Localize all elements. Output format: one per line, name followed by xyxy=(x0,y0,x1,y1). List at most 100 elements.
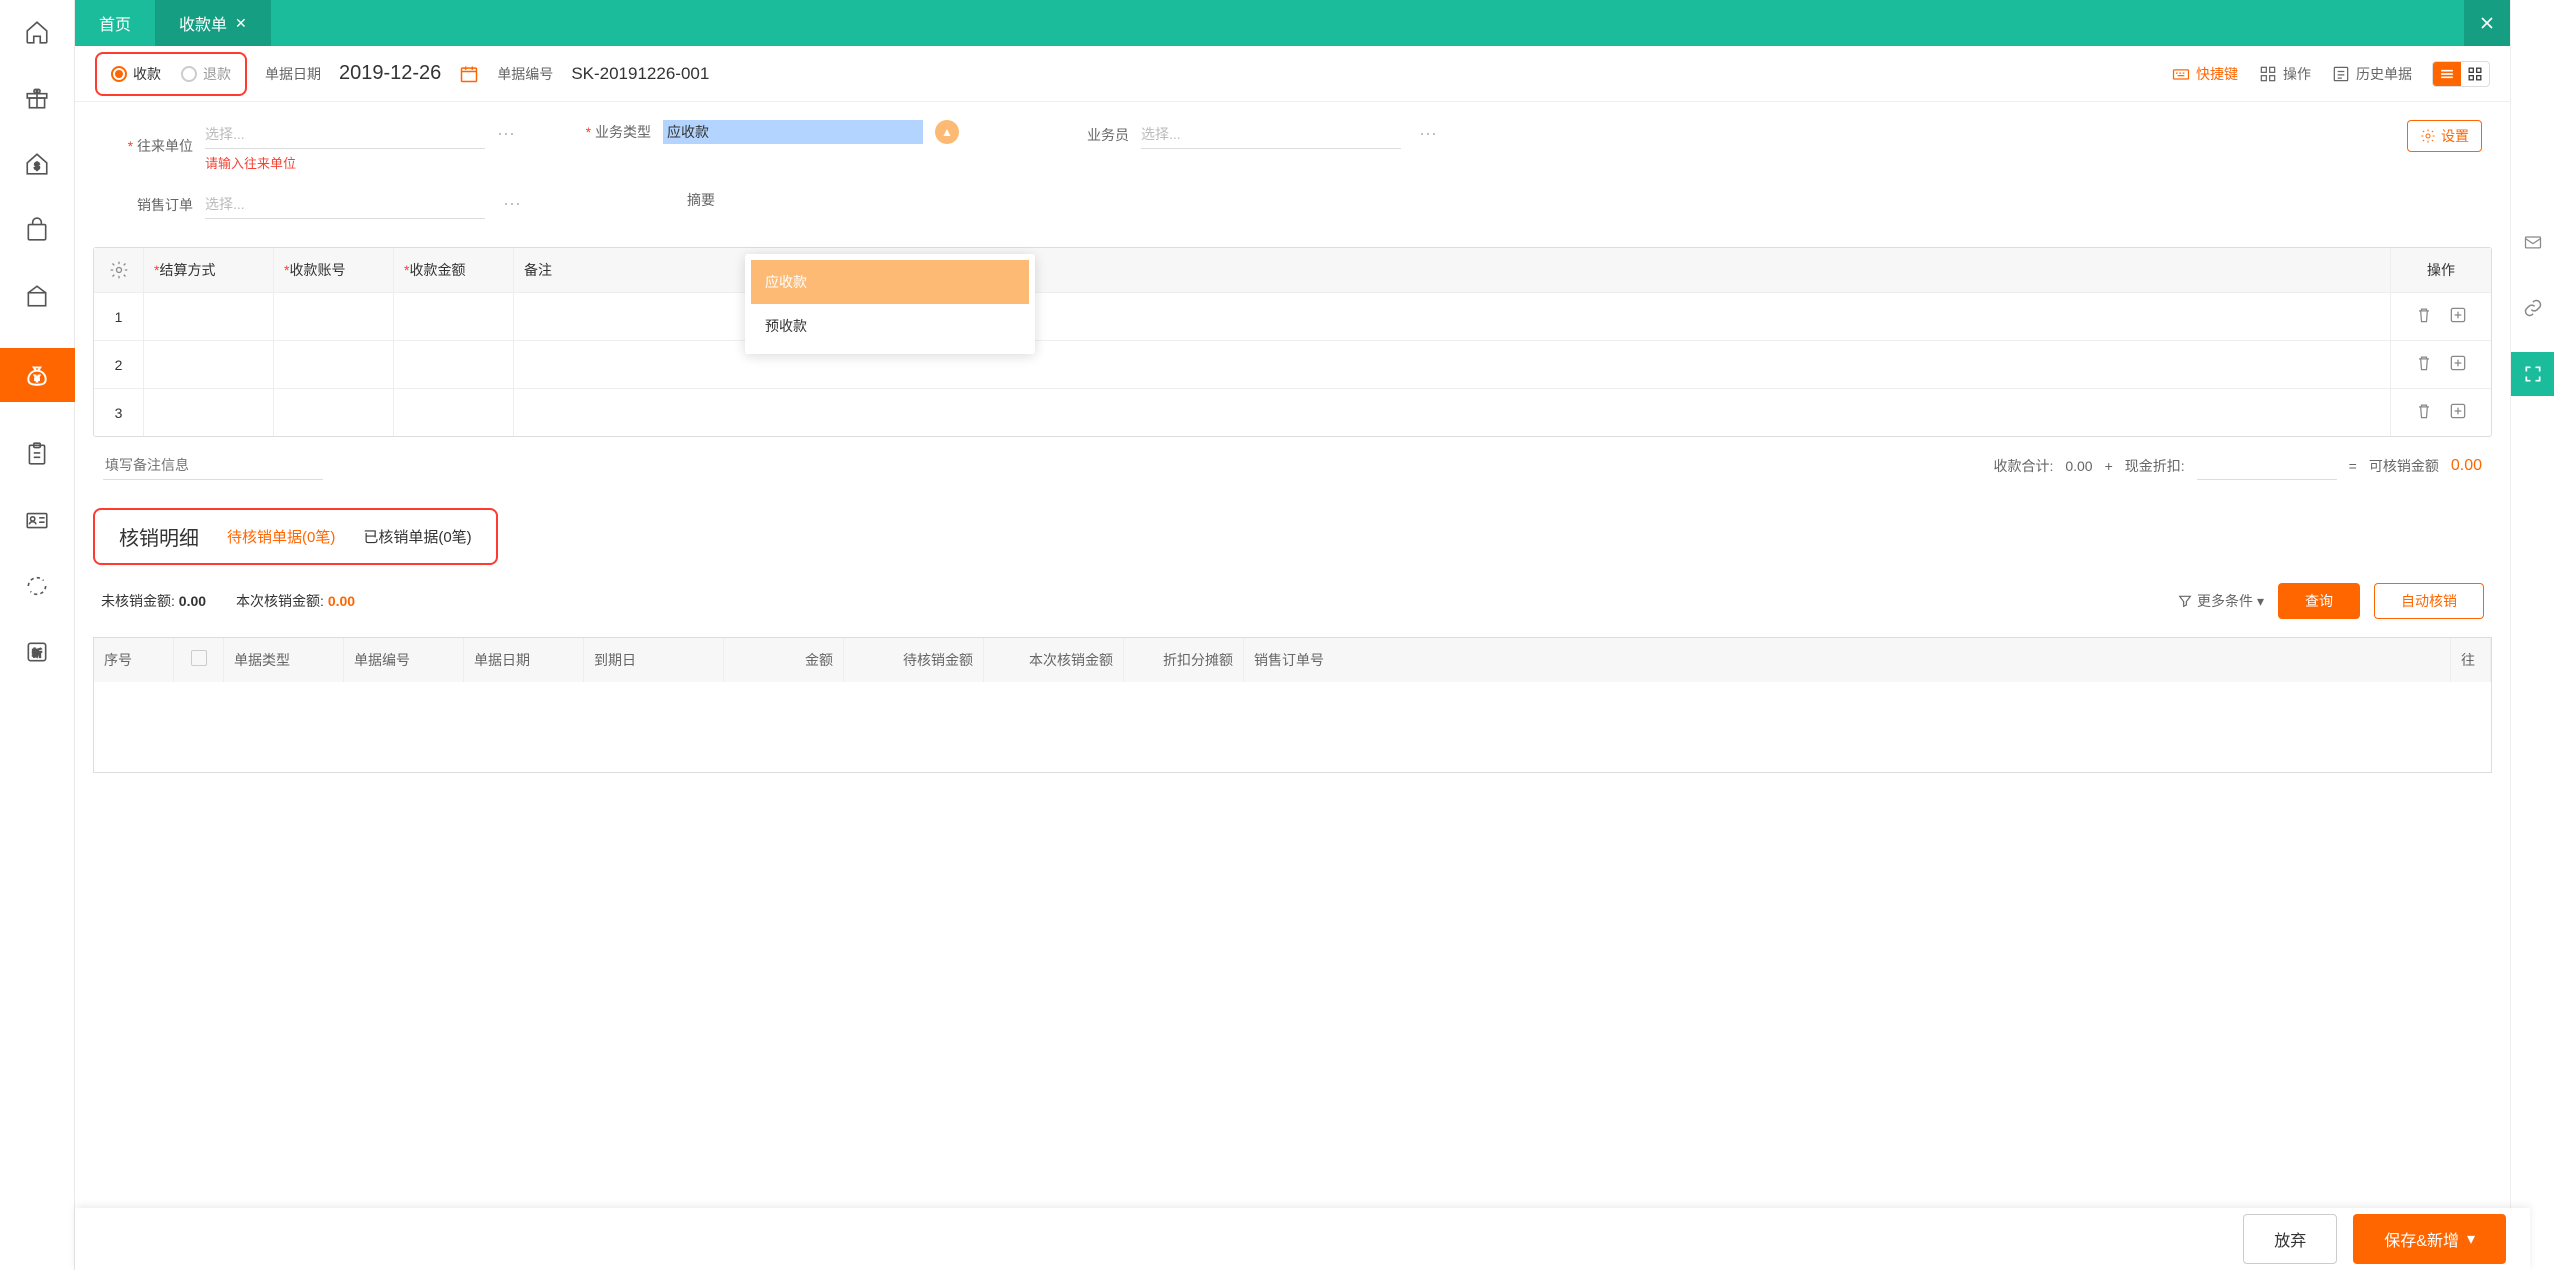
biztype-label: 业务类型 xyxy=(561,122,651,142)
mail-icon[interactable] xyxy=(2511,220,2554,264)
tab-home-label: 首页 xyxy=(99,11,131,35)
tab-receipt-label: 收款单 xyxy=(179,11,227,35)
biztype-input[interactable]: 应收款 xyxy=(663,120,923,144)
this-amt-label: 本次核销金额: xyxy=(236,593,324,609)
order-input[interactable] xyxy=(205,190,485,219)
salesman-more-icon[interactable]: ⋯ xyxy=(1413,124,1443,145)
col-note: 备注 xyxy=(524,260,552,280)
salesman-input[interactable] xyxy=(1141,120,1401,149)
vcol-no: 单据编号 xyxy=(344,638,464,682)
cell-amount[interactable] xyxy=(394,293,514,340)
nav-money-bag-icon[interactable]: ¥ xyxy=(0,348,75,402)
radio-refund[interactable]: 退款 xyxy=(181,64,231,84)
nav-refresh-icon[interactable] xyxy=(23,572,51,600)
this-amt-value: 0.00 xyxy=(328,593,355,609)
date-label: 单据日期 xyxy=(265,64,321,84)
dropdown-option-ar[interactable]: 应收款 xyxy=(751,260,1029,304)
nav-building-icon[interactable] xyxy=(23,282,51,310)
docno-value: SK-20191226-001 xyxy=(571,64,709,84)
gear-icon[interactable] xyxy=(94,248,144,292)
party-more-icon[interactable]: ⋯ xyxy=(491,124,521,145)
delete-icon[interactable] xyxy=(2414,401,2434,424)
nav-home-icon[interactable] xyxy=(23,18,51,46)
radio-receipt[interactable]: 收款 xyxy=(111,64,161,84)
table-row: 3 xyxy=(94,389,2491,436)
un-amt-label: 未核销金额: xyxy=(101,593,175,609)
discount-input[interactable] xyxy=(2197,451,2337,480)
view-list-icon[interactable] xyxy=(2433,62,2461,86)
nav-gift-icon[interactable] xyxy=(23,84,51,112)
salesman-label: 业务员 xyxy=(1039,125,1129,145)
tab-home[interactable]: 首页 xyxy=(75,0,155,46)
receipt-type-radio-group: 收款 退款 xyxy=(95,52,247,96)
vcol-amt: 金额 xyxy=(724,638,844,682)
link-icon[interactable] xyxy=(2511,286,2554,330)
delete-icon[interactable] xyxy=(2414,305,2434,328)
chevron-down-icon: ▾ xyxy=(2257,593,2264,610)
calendar-icon[interactable] xyxy=(459,64,479,84)
verify-table: 序号 单据类型 单据编号 单据日期 到期日 金额 待核销金额 本次核销金额 折扣… xyxy=(93,637,2492,773)
radio-checked-icon xyxy=(111,66,127,82)
order-label: 销售订单 xyxy=(103,195,193,215)
cell-account[interactable] xyxy=(274,293,394,340)
vcol-type: 单据类型 xyxy=(224,638,344,682)
vcol-checkbox[interactable] xyxy=(174,638,224,682)
party-label: 往来单位 xyxy=(103,136,193,156)
col-ops: 操作 xyxy=(2427,260,2455,280)
window-close-icon[interactable] xyxy=(2464,0,2510,46)
cell-method[interactable] xyxy=(144,293,274,340)
vcol-pending: 待核销金额 xyxy=(844,638,984,682)
table-row: 2 xyxy=(94,341,2491,389)
un-amt-value: 0.00 xyxy=(179,593,206,609)
detail-table: 结算方式 收款账号 收款金额 备注 操作 1 2 xyxy=(93,247,2492,437)
cancel-button[interactable]: 放弃 xyxy=(2243,1214,2337,1264)
add-icon[interactable] xyxy=(2448,401,2468,424)
tab-close-icon[interactable]: ✕ xyxy=(235,15,247,32)
radio-receipt-label: 收款 xyxy=(133,64,161,84)
vcol-due: 到期日 xyxy=(584,638,724,682)
summary-note-input[interactable] xyxy=(103,451,323,480)
auto-verify-button[interactable]: 自动核销 xyxy=(2374,583,2484,619)
party-input[interactable] xyxy=(205,120,485,149)
delete-icon[interactable] xyxy=(2414,353,2434,376)
operation-button[interactable]: 操作 xyxy=(2258,64,2311,84)
shortcut-button[interactable]: 快捷键 xyxy=(2171,64,2238,84)
nav-id-card-icon[interactable] xyxy=(23,506,51,534)
chevron-down-icon: ▾ xyxy=(2467,1229,2475,1249)
view-toggle xyxy=(2432,61,2490,87)
add-icon[interactable] xyxy=(2448,353,2468,376)
expand-icon[interactable] xyxy=(2511,352,2554,396)
settings-button[interactable]: 设置 xyxy=(2407,120,2482,152)
more-conditions-button[interactable]: 更多条件 ▾ xyxy=(2177,591,2264,611)
save-new-button[interactable]: 保存&新增 ▾ xyxy=(2353,1214,2506,1264)
row-index: 2 xyxy=(94,341,144,388)
svg-text:¥: ¥ xyxy=(34,374,40,384)
discount-label: 现金折扣: xyxy=(2125,456,2185,476)
party-error: 请输入往来单位 xyxy=(205,153,521,172)
order-more-icon[interactable]: ⋯ xyxy=(497,194,527,215)
query-button[interactable]: 查询 xyxy=(2278,583,2360,619)
dropdown-option-prepay[interactable]: 预收款 xyxy=(751,304,1029,348)
history-button[interactable]: 历史单据 xyxy=(2331,64,2412,84)
nav-clipboard-icon[interactable] xyxy=(23,440,51,468)
vcol-order: 销售订单号 xyxy=(1244,638,2451,682)
tab-receipt[interactable]: 收款单 ✕ xyxy=(155,0,271,46)
biztype-dropdown: 应收款 预收款 xyxy=(745,254,1035,354)
view-grid-icon[interactable] xyxy=(2461,62,2489,86)
vcol-date: 单据日期 xyxy=(464,638,584,682)
vcol-idx: 序号 xyxy=(94,638,174,682)
verify-tab-pending[interactable]: 待核销单据(0笔) xyxy=(227,526,335,547)
nav-house-money-icon[interactable]: $ xyxy=(23,150,51,178)
row-index: 1 xyxy=(94,293,144,340)
date-value[interactable]: 2019-12-26 xyxy=(339,62,441,85)
row-index: 3 xyxy=(94,389,144,436)
docno-label: 单据编号 xyxy=(497,64,553,84)
abstract-label: 摘要 xyxy=(625,190,715,210)
vcol-this: 本次核销金额 xyxy=(984,638,1124,682)
add-icon[interactable] xyxy=(2448,305,2468,328)
nav-new-icon[interactable]: 新 xyxy=(23,638,51,666)
chevron-up-icon[interactable]: ▲ xyxy=(935,120,959,144)
nav-bag-icon[interactable] xyxy=(23,216,51,244)
verify-tab-done[interactable]: 已核销单据(0笔) xyxy=(363,526,471,547)
total-label: 收款合计: xyxy=(1993,456,2053,476)
